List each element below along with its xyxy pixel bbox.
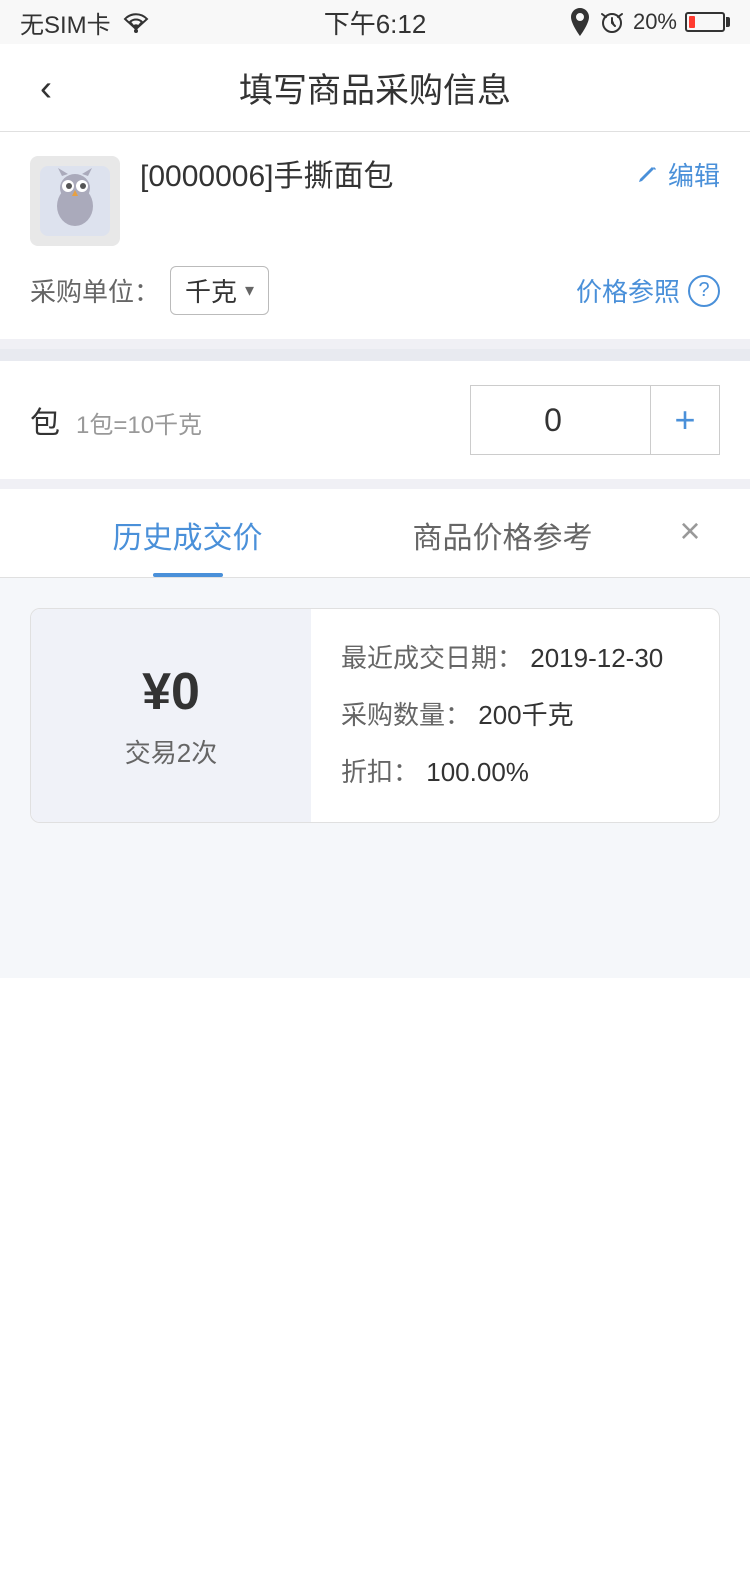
- purchase-qty-value: 200千克: [478, 700, 573, 730]
- tab-history-price[interactable]: 历史成交价: [30, 489, 345, 577]
- status-left: 无SIM卡: [20, 5, 151, 40]
- quantity-input-group: +: [470, 385, 720, 455]
- transaction-count: 交易2次: [125, 733, 217, 770]
- status-right: 20%: [569, 8, 730, 36]
- transaction-card: ¥0 交易2次 最近成交日期： 2019-12-30 采购数量： 200千克 折…: [30, 608, 720, 823]
- unit-convert-label: 1包=10千克: [76, 405, 202, 440]
- battery-icon: [685, 12, 730, 32]
- recent-date-value: 2019-12-30: [530, 643, 663, 673]
- edit-button[interactable]: 编辑: [636, 156, 720, 193]
- edit-label: 编辑: [668, 156, 720, 193]
- dropdown-arrow-icon: ▾: [245, 280, 254, 301]
- tab2-label: 商品价格参考: [413, 522, 593, 555]
- quantity-input[interactable]: [470, 385, 650, 455]
- wifi-icon: [121, 11, 151, 33]
- carrier-text: 无SIM卡: [20, 5, 111, 40]
- unit-label: 采购单位：: [30, 272, 160, 309]
- nav-bar: ‹ 填写商品采购信息: [0, 44, 750, 132]
- quantity-row: 包 1包=10千克 +: [0, 361, 750, 479]
- tabs-container: 历史成交价 商品价格参考 ×: [0, 489, 750, 578]
- transaction-right: 最近成交日期： 2019-12-30 采购数量： 200千克 折扣： 100.0…: [311, 609, 719, 822]
- page-title: 填写商品采购信息: [239, 63, 511, 112]
- recent-date-label: 最近成交日期：: [341, 643, 523, 673]
- tab1-label: 历史成交价: [113, 522, 263, 555]
- help-icon: ?: [688, 275, 720, 307]
- product-card: [0000006]手撕面包 编辑 采购单位： 千克 ▾ 价格参照 ?: [0, 132, 750, 339]
- quantity-plus-button[interactable]: +: [650, 385, 720, 455]
- edit-icon: [636, 162, 662, 188]
- product-info: [0000006]手撕面包: [140, 156, 393, 198]
- purchase-qty-row: 采购数量： 200千克: [341, 696, 689, 735]
- discount-label: 折扣：: [341, 757, 419, 787]
- price-ref-label: 价格参照: [576, 272, 680, 309]
- discount-value: 100.00%: [426, 757, 529, 787]
- purchase-qty-label: 采购数量：: [341, 700, 471, 730]
- tabs-row: 历史成交价 商品价格参考 ×: [0, 489, 750, 577]
- quantity-label-group: 包 1包=10千克: [30, 398, 202, 442]
- status-time: 下午6:12: [324, 4, 427, 41]
- product-name: [0000006]手撕面包: [140, 156, 393, 198]
- discount-row: 折扣： 100.00%: [341, 753, 689, 792]
- panel-content: ¥0 交易2次 最近成交日期： 2019-12-30 采购数量： 200千克 折…: [0, 578, 750, 978]
- location-icon: [569, 8, 591, 36]
- transaction-left: ¥0 交易2次: [31, 609, 311, 822]
- product-image-icon: [40, 166, 110, 236]
- alarm-icon: [599, 9, 625, 35]
- unit-big-label: 包: [30, 398, 60, 442]
- bottom-space: [0, 978, 750, 1578]
- tab-product-price-ref[interactable]: 商品价格参考: [345, 489, 660, 577]
- battery-percent: 20%: [633, 9, 677, 35]
- back-button[interactable]: ‹: [30, 57, 62, 119]
- transaction-price: ¥0: [142, 661, 200, 723]
- recent-date-row: 最近成交日期： 2019-12-30: [341, 639, 689, 678]
- unit-select-button[interactable]: 千克 ▾: [170, 266, 269, 315]
- section-divider: [0, 349, 750, 361]
- product-unit-row: 采购单位： 千克 ▾ 价格参照 ?: [30, 266, 720, 315]
- tab-close-button[interactable]: ×: [660, 510, 720, 556]
- unit-value: 千克: [185, 272, 237, 309]
- status-bar: 无SIM卡 下午6:12 20%: [0, 0, 750, 44]
- tab-active-indicator: [153, 573, 223, 577]
- price-reference-button[interactable]: 价格参照 ?: [576, 272, 720, 309]
- product-thumbnail: [30, 156, 120, 246]
